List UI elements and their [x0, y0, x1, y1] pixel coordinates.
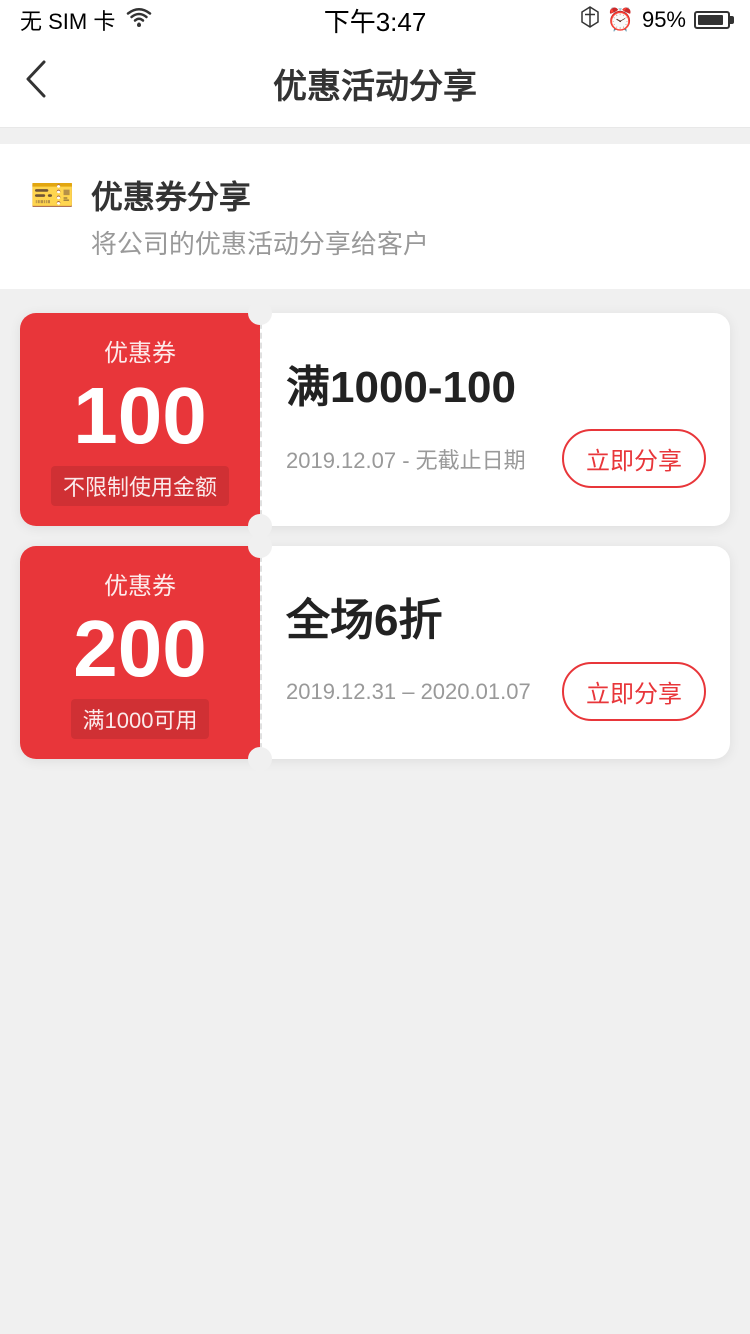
share-button-2[interactable]: 立即分享: [562, 662, 706, 721]
section-title: 优惠券分享: [91, 172, 429, 218]
coupon-right-1: 满1000-100 2019.12.07 - 无截止日期 立即分享: [260, 313, 730, 526]
status-time: 下午3:47: [324, 2, 427, 39]
coupon-left-1: 优惠券 100 不限制使用金额: [20, 313, 260, 526]
section-icon: 🎫: [30, 174, 75, 216]
alarm-icon: ⏰: [607, 7, 634, 33]
status-left: 无 SIM 卡: [20, 4, 153, 36]
coupon-amount-1: 100: [73, 376, 206, 456]
section-subtitle: 将公司的优惠活动分享给客户: [91, 224, 429, 261]
coupon-right-2: 全场6折 2019.12.31 – 2020.01.07 立即分享: [260, 546, 730, 759]
battery-text: 95%: [642, 7, 686, 33]
coupon-condition-2: 满1000可用: [71, 699, 210, 739]
section-header: 🎫 优惠券分享 将公司的优惠活动分享给客户: [0, 144, 750, 289]
coupon-title-2: 全场6折: [286, 584, 706, 648]
coupon-card-1: 优惠券 100 不限制使用金额 满1000-100 2019.12.07 - 无…: [20, 313, 730, 526]
coupon-label-1: 优惠券: [104, 333, 176, 368]
carrier-text: 无 SIM 卡: [20, 4, 115, 36]
bottom-area: [0, 783, 750, 1183]
coupon-list: 优惠券 100 不限制使用金额 满1000-100 2019.12.07 - 无…: [0, 289, 750, 783]
coupon-bottom-1: 2019.12.07 - 无截止日期 立即分享: [286, 429, 706, 488]
back-button[interactable]: [24, 60, 46, 107]
wifi-icon: [125, 6, 153, 34]
coupon-amount-2: 200: [73, 609, 206, 689]
coupon-left-2: 优惠券 200 满1000可用: [20, 546, 260, 759]
coupon-date-1: 2019.12.07 - 无截止日期: [286, 443, 526, 475]
share-button-1[interactable]: 立即分享: [562, 429, 706, 488]
status-right: ⏰ 95%: [581, 6, 730, 34]
battery-icon: [694, 11, 730, 29]
coupon-title-1: 满1000-100: [286, 351, 706, 415]
coupon-card-2: 优惠券 200 满1000可用 全场6折 2019.12.31 – 2020.0…: [20, 546, 730, 759]
coupon-label-2: 优惠券: [104, 566, 176, 601]
nav-bar: 优惠活动分享: [0, 40, 750, 128]
section-text: 优惠券分享 将公司的优惠活动分享给客户: [91, 172, 429, 261]
coupon-bottom-2: 2019.12.31 – 2020.01.07 立即分享: [286, 662, 706, 721]
status-bar: 无 SIM 卡 下午3:47 ⏰ 95%: [0, 0, 750, 40]
coupon-date-2: 2019.12.31 – 2020.01.07: [286, 679, 531, 705]
page-title: 优惠活动分享: [273, 59, 477, 108]
coupon-condition-1: 不限制使用金额: [51, 466, 229, 506]
location-icon: [581, 6, 599, 34]
